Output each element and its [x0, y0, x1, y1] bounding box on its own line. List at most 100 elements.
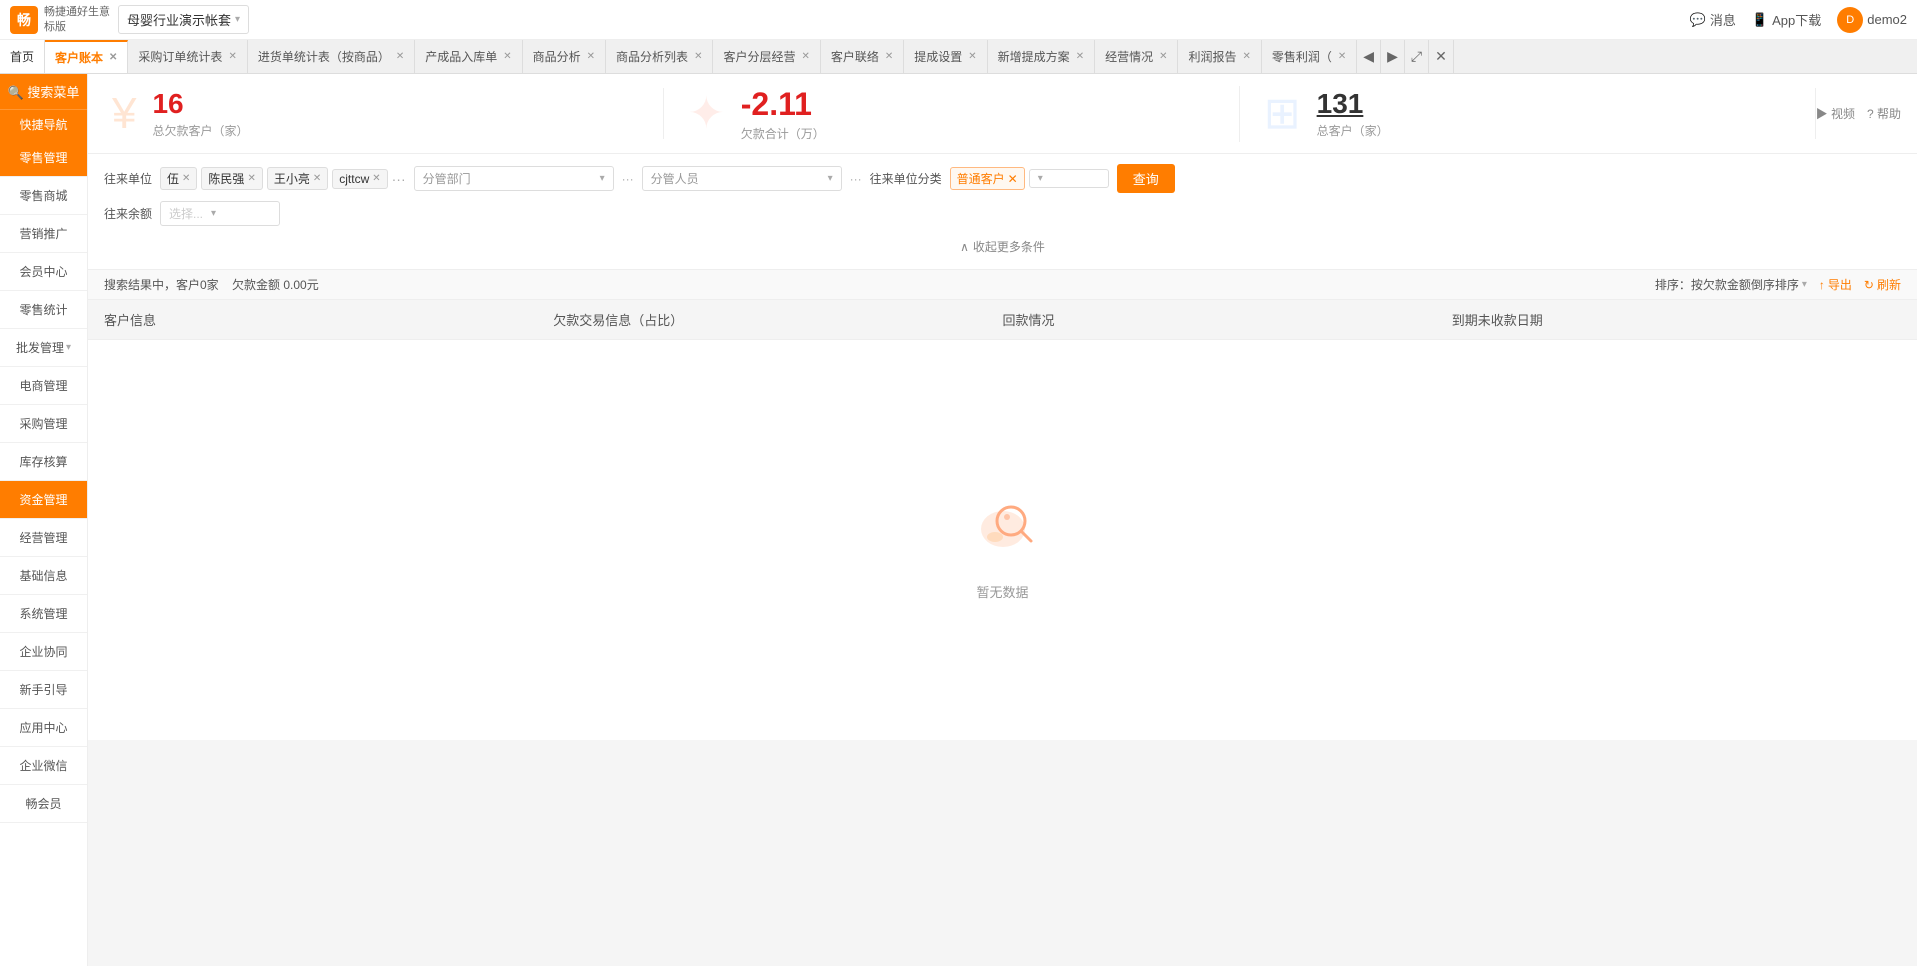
filter-tag-wu[interactable]: 伍 ✕ — [160, 167, 197, 190]
tab-purchase-order[interactable]: 采购订单统计表 ✕ — [128, 40, 247, 73]
query-button[interactable]: 查询 — [1117, 164, 1175, 193]
person-more-btn[interactable]: ··· — [850, 172, 862, 186]
sidebar-item-purchase-mgmt[interactable]: 采购管理 — [0, 405, 87, 443]
close-tab-product-analysis-list[interactable]: ✕ — [694, 51, 702, 62]
filter-tag-chen[interactable]: 陈民强 ✕ — [201, 167, 262, 190]
close-tab-purchase-order[interactable]: ✕ — [228, 51, 236, 62]
sidebar-item-retail-mgmt[interactable]: 零售管理 — [0, 139, 87, 177]
remove-tag-wu[interactable]: ✕ — [182, 173, 190, 184]
sort-btn[interactable]: 排序：按欠款金额倒序排序 ▾ — [1655, 276, 1807, 293]
wholesale-arrow-icon: ▾ — [66, 342, 71, 353]
tab-product-analysis[interactable]: 商品分析 ✕ — [523, 40, 606, 73]
tab-nav-prev[interactable]: ◀ — [1357, 40, 1381, 73]
remove-category-tag[interactable]: ✕ — [1008, 172, 1018, 186]
sidebar-item-retail-mall[interactable]: 零售商城 — [0, 177, 87, 215]
close-tab-product-analysis[interactable]: ✕ — [587, 51, 595, 62]
user-menu-btn[interactable]: D demo2 — [1837, 7, 1907, 33]
sidebar-item-app-center[interactable]: 应用中心 — [0, 709, 87, 747]
col-repayment: 回款情况 — [1003, 310, 1452, 329]
stat-label-clients: 总客户（家） — [1317, 122, 1389, 139]
tab-customer-account[interactable]: 客户账本 ✕ — [45, 40, 128, 73]
close-tab-new-promotion[interactable]: ✕ — [1076, 51, 1084, 62]
sidebar-item-enterprise-coop[interactable]: 企业协同 — [0, 633, 87, 671]
category-tag-normal[interactable]: 普通客户 ✕ — [950, 167, 1025, 190]
category-selector[interactable]: ▾ — [1029, 169, 1109, 188]
sidebar-item-ecommerce[interactable]: 电商管理 — [0, 367, 87, 405]
sidebar-item-sys-mgmt[interactable]: 系统管理 — [0, 595, 87, 633]
close-tab-promotion-settings[interactable]: ✕ — [968, 51, 976, 62]
more-tags-btn[interactable]: ··· — [392, 171, 406, 187]
person-dropdown-icon: ▾ — [828, 173, 833, 184]
dept-more-btn[interactable]: ··· — [622, 172, 634, 186]
tab-customer-contact[interactable]: 客户联络 ✕ — [821, 40, 904, 73]
unit-category-label: 往来单位分类 — [870, 170, 942, 187]
sidebar-item-basic-info[interactable]: 基础信息 — [0, 557, 87, 595]
tab-new-promotion[interactable]: 新增提成方案 ✕ — [988, 40, 1095, 73]
sidebar-item-new-guide[interactable]: 新手引导 — [0, 671, 87, 709]
stat-info-customers: 16 总欠款客户（家） — [152, 88, 248, 139]
sidebar-quick-nav[interactable]: 快捷导航 — [0, 109, 87, 139]
category-dropdown-icon: ▾ — [1038, 173, 1043, 184]
tab-profit-report[interactable]: 利润报告 ✕ — [1178, 40, 1261, 73]
tab-customer-segment[interactable]: 客户分层经营 ✕ — [713, 40, 820, 73]
data-table: 客户信息 欠款交易信息（占比） 回款情况 到期未收款日期 — [88, 300, 1917, 740]
sidebar-item-wholesale-mgmt[interactable]: 批发管理 ▾ — [0, 329, 87, 367]
close-tab-product-inbound[interactable]: ✕ — [503, 51, 511, 62]
col-customer-info: 客户信息 — [104, 310, 553, 329]
sidebar-item-enterprise-wechat[interactable]: 企业微信 — [0, 747, 87, 785]
tab-product-analysis-list[interactable]: 商品分析列表 ✕ — [606, 40, 713, 73]
remove-tag-chen[interactable]: ✕ — [247, 173, 255, 184]
remove-tag-wang[interactable]: ✕ — [313, 173, 321, 184]
store-selector[interactable]: 母婴行业演示帐套 ▾ — [118, 5, 249, 34]
dept-selector[interactable]: 分管部门 ▾ — [414, 166, 614, 191]
filter-tag-cjttcw[interactable]: cjttcw ✕ — [332, 169, 387, 189]
export-btn[interactable]: ↑ 导出 — [1819, 276, 1852, 293]
tab-maximize[interactable]: ⤢ — [1405, 40, 1429, 73]
logo-area: 畅 畅捷通好生意 标版 — [10, 5, 110, 34]
app-download-btn[interactable]: 📱 App下载 — [1752, 10, 1821, 29]
filter-tag-wang[interactable]: 王小亮 ✕ — [267, 167, 328, 190]
sidebar-item-super-member[interactable]: 畅会员 — [0, 785, 87, 823]
content-area: ¥ 16 总欠款客户（家） ✦ -2.11 欠款合计（万） ⊞ 131 总 — [88, 74, 1917, 966]
close-tab-retail-profit[interactable]: ✕ — [1338, 51, 1346, 62]
message-btn[interactable]: 💬 消息 — [1690, 10, 1736, 29]
col-due-date: 到期未收款日期 — [1452, 310, 1901, 329]
sidebar-item-finance-mgmt[interactable]: 资金管理 — [0, 481, 87, 519]
balance-input[interactable]: 选择... ▾ — [160, 201, 280, 226]
col-overdue-info: 欠款交易信息（占比） — [553, 310, 1002, 329]
refresh-btn[interactable]: ↻ 刷新 — [1864, 276, 1901, 293]
tab-retail-profit[interactable]: 零售利润（ ✕ — [1262, 40, 1357, 73]
sidebar-item-member-center[interactable]: 会员中心 — [0, 253, 87, 291]
sidebar-item-ops-mgmt[interactable]: 经营管理 — [0, 519, 87, 557]
tab-nav-next[interactable]: ▶ — [1381, 40, 1405, 73]
sidebar-search[interactable]: 🔍 搜索菜单 — [0, 74, 87, 109]
tab-inbound-stats[interactable]: 进货单统计表（按商品） ✕ — [248, 40, 415, 73]
unit-label: 往来单位 — [104, 170, 152, 187]
tab-home[interactable]: 首页 — [0, 40, 45, 73]
remove-tag-cjttcw[interactable]: ✕ — [372, 173, 380, 184]
user-avatar: D — [1837, 7, 1863, 33]
help-btn[interactable]: ? 帮助 — [1867, 105, 1901, 122]
stat-label-overdue: 欠款合计（万） — [741, 125, 825, 142]
close-tab-customer-segment[interactable]: ✕ — [801, 51, 809, 62]
tab-product-inbound[interactable]: 产成品入库单 ✕ — [415, 40, 522, 73]
close-tab-customer-account[interactable]: ✕ — [109, 52, 117, 63]
close-tab-business-status[interactable]: ✕ — [1159, 51, 1167, 62]
sidebar-item-inventory[interactable]: 库存核算 — [0, 443, 87, 481]
logo-text: 畅捷通好生意 标版 — [44, 5, 110, 34]
close-tab-profit-report[interactable]: ✕ — [1243, 51, 1251, 62]
sidebar-item-marketing[interactable]: 营销推广 — [0, 215, 87, 253]
filter-row-1: 往来单位 伍 ✕ 陈民强 ✕ 王小亮 ✕ cjttcw — [104, 164, 1901, 193]
export-icon: ↑ — [1819, 278, 1825, 292]
tab-close-all[interactable]: ✕ — [1429, 40, 1454, 73]
empty-state: 暂无数据 — [958, 420, 1048, 661]
tab-business-status[interactable]: 经营情况 ✕ — [1095, 40, 1178, 73]
sidebar-item-retail-stats[interactable]: 零售统计 — [0, 291, 87, 329]
person-selector[interactable]: 分管人员 ▾ — [642, 166, 842, 191]
stat-overdue-total: ✦ -2.11 欠款合计（万） — [664, 86, 1240, 142]
tab-promotion-settings[interactable]: 提成设置 ✕ — [904, 40, 987, 73]
collapse-btn[interactable]: ∧ 收起更多条件 — [104, 234, 1901, 259]
close-tab-inbound-stats[interactable]: ✕ — [396, 51, 404, 62]
video-btn[interactable]: ▶ 视频 — [1816, 105, 1855, 122]
close-tab-customer-contact[interactable]: ✕ — [885, 51, 893, 62]
